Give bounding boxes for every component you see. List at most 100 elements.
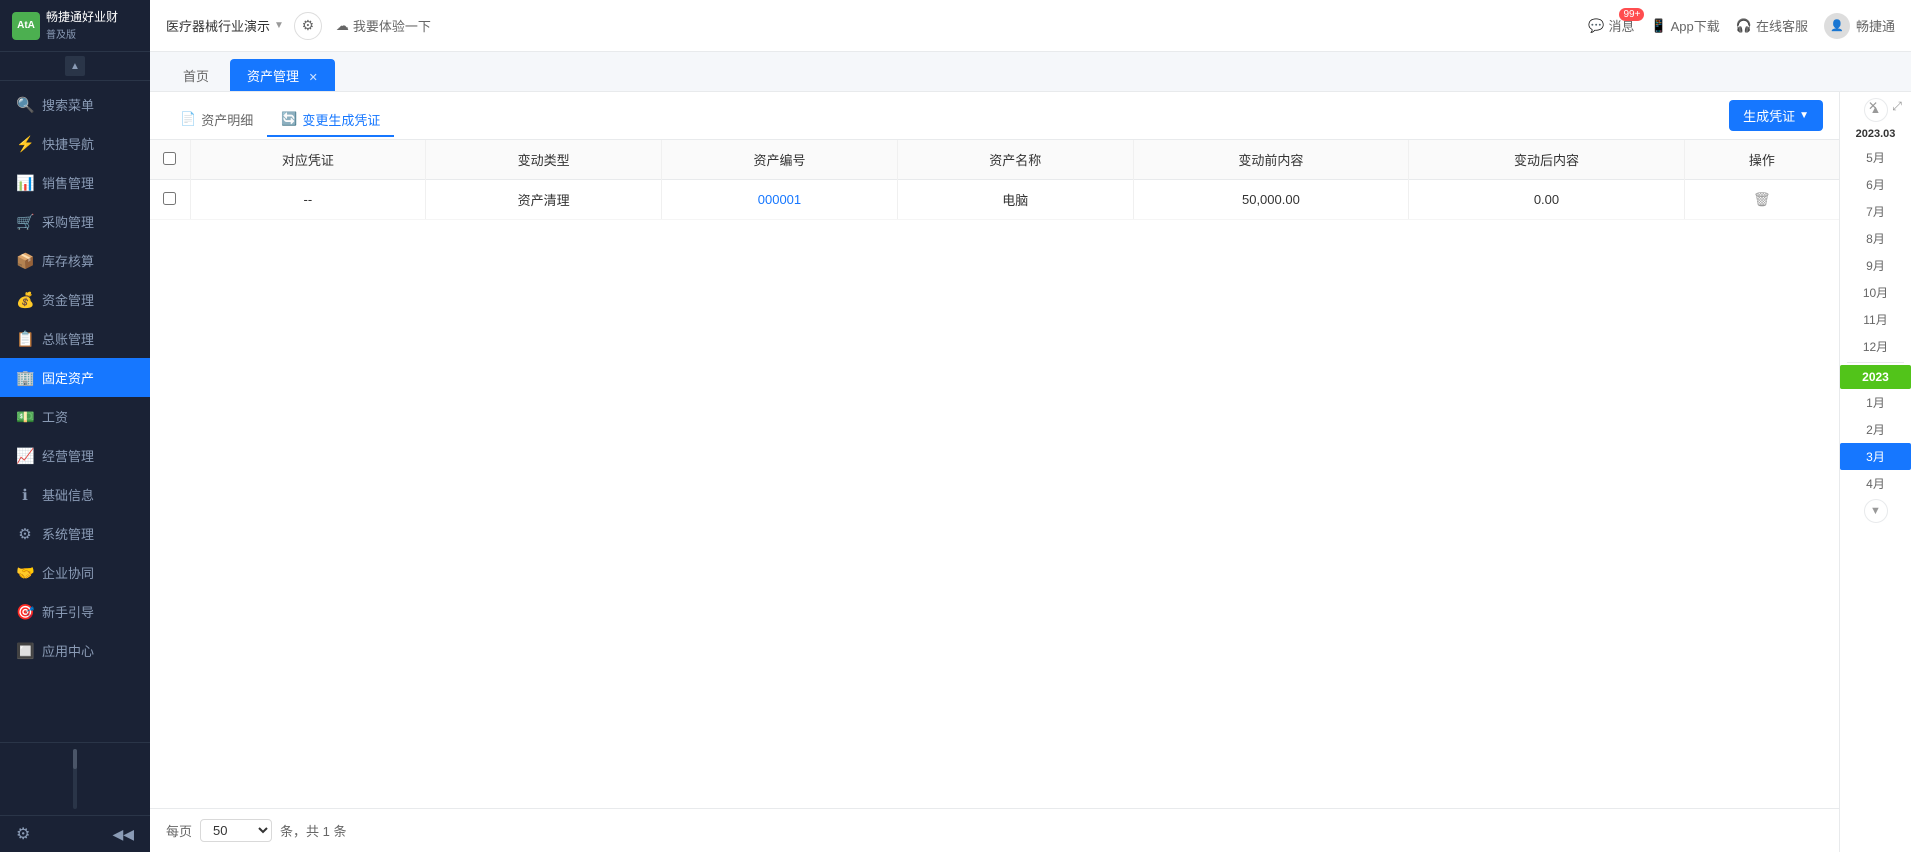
scroll-thumb [73, 749, 77, 769]
row-change-type: 资产清理 [426, 180, 662, 220]
ledger-icon: 📋 [16, 330, 34, 348]
sidebar-item-search[interactable]: 🔍 搜索菜单 [0, 85, 150, 124]
per-page-select[interactable]: 50 10 20 100 [200, 819, 272, 842]
panel-expand-button[interactable]: ⤢ [1887, 96, 1907, 116]
cal-scroll-down[interactable]: ▼ [1864, 499, 1888, 523]
online-service-icon: 🎧 [1736, 18, 1752, 34]
sidebar-scroll-up[interactable]: ▲ [65, 56, 85, 76]
sidebar-item-enterprise[interactable]: 🤝 企业协同 [0, 553, 150, 592]
message-icon: 💬 [1588, 18, 1604, 34]
header-after-content: 变动后内容 [1409, 140, 1685, 180]
sidebar-item-app-center[interactable]: 🔲 应用中心 [0, 631, 150, 670]
user-menu[interactable]: 👤 畅捷通 [1824, 13, 1895, 39]
header-asset-no: 资产编号 [662, 140, 898, 180]
generate-voucher-button[interactable]: 生成凭证 ▼ [1729, 100, 1823, 131]
sales-icon: 📊 [16, 174, 34, 192]
enterprise-icon: 🤝 [16, 564, 34, 582]
basic-info-icon: ℹ [16, 486, 34, 504]
scroll-track [73, 749, 77, 809]
system-icon: ⚙ [16, 525, 34, 543]
table-footer: 每页 50 10 20 100 条，共 1 条 [150, 808, 1839, 852]
app-name: 畅捷通好业财 [46, 10, 118, 26]
cal-month-6[interactable]: 6月 [1840, 171, 1911, 198]
content-area: 📄 资产明细 🔄 变更生成凭证 生成凭证 ▼ [150, 92, 1911, 852]
cal-month-12[interactable]: 12月 [1840, 333, 1911, 360]
main-content: 📄 资产明细 🔄 变更生成凭证 生成凭证 ▼ [150, 92, 1839, 852]
sub-tab-asset-detail[interactable]: 📄 资产明细 [166, 104, 267, 137]
table-container: 对应凭证 变动类型 资产编号 资产名称 [150, 140, 1839, 808]
header-asset-name: 资产名称 [897, 140, 1133, 180]
row-asset-name: 电脑 [897, 180, 1133, 220]
logo-area: AtA 畅捷通好业财 普及版 [0, 0, 150, 52]
online-service-button[interactable]: 🎧 在线客服 [1736, 16, 1808, 35]
calendar-panel: ✕ ⤢ ▲ 2023.03 5月 6月 7月 8月 9月 10月 11月 12月… [1839, 92, 1911, 852]
table-header-row: 对应凭证 变动类型 资产编号 资产名称 [150, 140, 1839, 180]
top-header: 医疗器械行业演示 ▼ ⚙ ☁ 我要体验一下 💬 消息 99+ 📱 App下载 🎧… [150, 0, 1911, 52]
message-button[interactable]: 💬 消息 99+ [1588, 16, 1634, 35]
sidebar-scrollbar [0, 742, 150, 815]
sidebar-item-guide[interactable]: 🎯 新手引导 [0, 592, 150, 631]
cal-year-label-2022: 2023.03 [1840, 124, 1911, 144]
per-page-label: 每页 [166, 821, 192, 840]
delete-row-icon[interactable]: 🗑 [1753, 191, 1771, 207]
sidebar: AtA 畅捷通好业财 普及版 ▲ 🔍 搜索菜单 ⚡ 快捷导航 📊 销售管理 🛒 … [0, 0, 150, 852]
header-change-type: 变动类型 [426, 140, 662, 180]
sidebar-item-salary[interactable]: 💵 工资 [0, 397, 150, 436]
sidebar-item-fixed-assets[interactable]: 🏢 固定资产 [0, 358, 150, 397]
header-before-content: 变动前内容 [1133, 140, 1409, 180]
experience-button[interactable]: ☁ 我要体验一下 [336, 16, 431, 35]
sidebar-item-ledger[interactable]: 📋 总账管理 [0, 319, 150, 358]
sidebar-item-operations[interactable]: 📈 经营管理 [0, 436, 150, 475]
asset-detail-icon: 📄 [180, 111, 196, 127]
cal-month-7[interactable]: 7月 [1840, 198, 1911, 225]
sidebar-item-basic-info[interactable]: ℹ 基础信息 [0, 475, 150, 514]
header-voucher: 对应凭证 [190, 140, 426, 180]
cal-month-3-current[interactable]: 3月 [1840, 443, 1911, 470]
app-edition: 普及版 [46, 26, 118, 41]
tab-asset-management[interactable]: 资产管理 ✕ [230, 59, 335, 91]
cal-month-4[interactable]: 4月 [1840, 470, 1911, 497]
logo-icon: AtA [12, 12, 40, 40]
app-download-icon: 📱 [1650, 18, 1666, 34]
inventory-icon: 📦 [16, 252, 34, 270]
cal-month-8[interactable]: 8月 [1840, 225, 1911, 252]
sidebar-settings-icon[interactable]: ⚙ [16, 824, 30, 844]
sidebar-item-sales[interactable]: 📊 销售管理 [0, 163, 150, 202]
operations-icon: 📈 [16, 447, 34, 465]
tab-bar: 首页 资产管理 ✕ [150, 52, 1911, 92]
cal-month-1[interactable]: 1月 [1840, 389, 1911, 416]
guide-icon: 🎯 [16, 603, 34, 621]
sidebar-item-quicknav[interactable]: ⚡ 快捷导航 [0, 124, 150, 163]
sidebar-item-inventory[interactable]: 📦 库存核算 [0, 241, 150, 280]
company-selector[interactable]: 医疗器械行业演示 ▼ [166, 16, 284, 35]
sidebar-item-funds[interactable]: 💰 资金管理 [0, 280, 150, 319]
row-voucher: -- [190, 180, 426, 220]
cal-month-5[interactable]: 5月 [1840, 144, 1911, 171]
panel-close-button[interactable]: ✕ [1863, 96, 1883, 116]
table-row: -- 资产清理 000001 电脑 50,000.00 0.00 🗑 [150, 180, 1839, 220]
settings-button[interactable]: ⚙ [294, 12, 322, 40]
row-checkbox[interactable] [163, 192, 176, 205]
sidebar-item-system[interactable]: ⚙ 系统管理 [0, 514, 150, 553]
sidebar-collapse-icon[interactable]: ◀◀ [112, 826, 134, 843]
user-name: 畅捷通 [1856, 16, 1895, 35]
user-avatar: 👤 [1824, 13, 1850, 39]
row-asset-no: 000001 [662, 180, 898, 220]
row-before-content: 50,000.00 [1133, 180, 1409, 220]
cal-month-9[interactable]: 9月 [1840, 252, 1911, 279]
change-voucher-icon: 🔄 [281, 111, 297, 127]
cal-month-2[interactable]: 2月 [1840, 416, 1911, 443]
quicknav-icon: ⚡ [16, 135, 34, 153]
select-all-checkbox[interactable] [163, 152, 176, 165]
cloud-icon: ☁ [336, 18, 349, 34]
cal-month-11[interactable]: 11月 [1840, 306, 1911, 333]
company-name: 医疗器械行业演示 [166, 16, 270, 35]
main-area: 医疗器械行业演示 ▼ ⚙ ☁ 我要体验一下 💬 消息 99+ 📱 App下载 🎧… [150, 0, 1911, 852]
tab-home[interactable]: 首页 [166, 59, 226, 91]
sidebar-item-purchase[interactable]: 🛒 采购管理 [0, 202, 150, 241]
tab-close-icon[interactable]: ✕ [309, 72, 318, 84]
sub-tab-change-voucher[interactable]: 🔄 变更生成凭证 [267, 104, 394, 137]
app-download-button[interactable]: 📱 App下载 [1650, 16, 1719, 35]
fixed-assets-icon: 🏢 [16, 369, 34, 387]
cal-month-10[interactable]: 10月 [1840, 279, 1911, 306]
